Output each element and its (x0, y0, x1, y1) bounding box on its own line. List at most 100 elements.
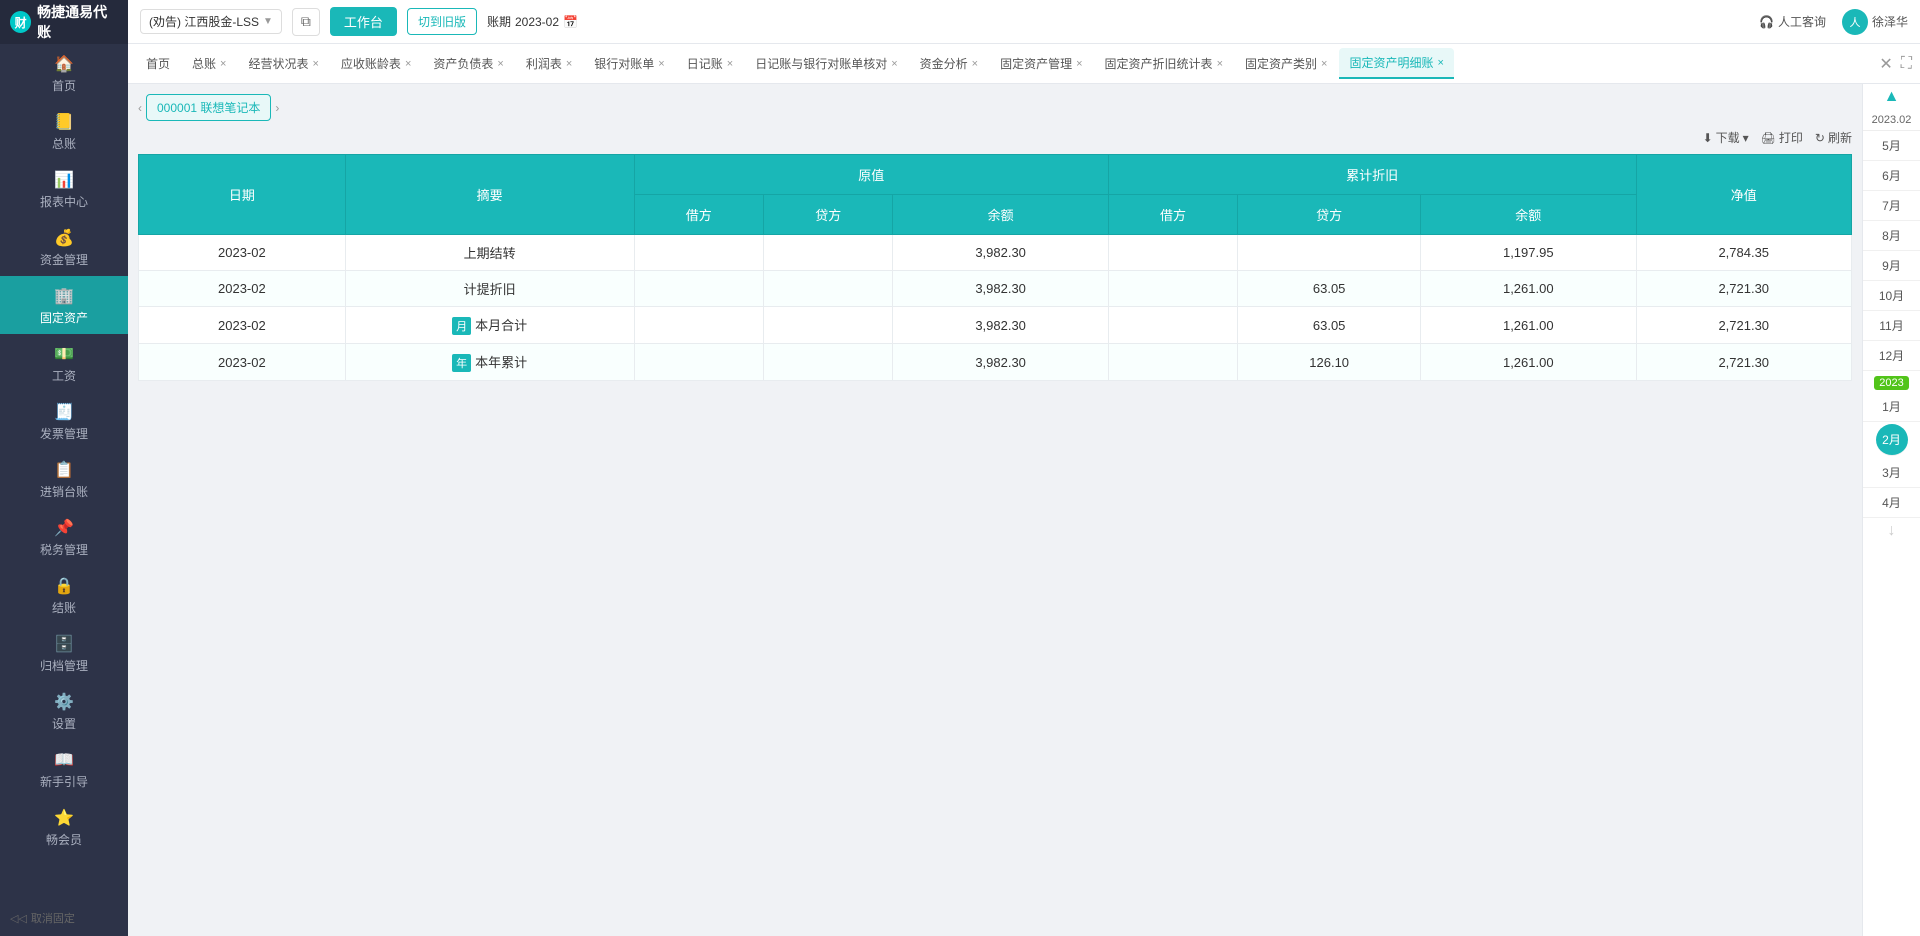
settings-icon: ⚙️ (54, 692, 74, 712)
period-scroll-down[interactable]: ↓ (1863, 518, 1920, 544)
sidebar-item-tax[interactable]: 📌 税务管理 (0, 508, 128, 566)
sidebar-label-fixed: 固定资产 (40, 309, 88, 326)
tab-profit-close[interactable]: × (566, 58, 572, 70)
sidebar-label-archive: 归档管理 (40, 657, 88, 674)
tab-journal[interactable]: 日记账 × (677, 49, 743, 78)
period-10[interactable]: 10月 (1863, 281, 1920, 311)
cell-orig-debit (634, 235, 763, 271)
tab-fixed-detail[interactable]: 固定资产明细账 × (1339, 48, 1453, 79)
switch-version-button[interactable]: 切到旧版 (407, 8, 477, 35)
capital-icon: 💰 (54, 228, 74, 248)
th-original-value: 原值 (634, 155, 1108, 195)
guide-icon: 📖 (54, 750, 74, 770)
cell-note: 月本月合计 (345, 307, 634, 344)
period-label: 账期 2023-02 📅 (487, 13, 578, 30)
copy-button[interactable]: ⧉ (292, 8, 320, 36)
cell-orig-debit (634, 307, 763, 344)
sidebar-item-archive[interactable]: 🗄️ 归档管理 (0, 624, 128, 682)
cell-note: 年本年累计 (345, 344, 634, 381)
sidebar-item-home[interactable]: 🏠 首页 (0, 44, 128, 102)
tab-status-close[interactable]: × (312, 58, 318, 70)
tab-fixed-mgmt[interactable]: 固定资产管理 × (990, 49, 1092, 78)
company-selector[interactable]: (劝告) 江西股金-LSS ▼ (140, 9, 282, 34)
maximize-icon[interactable]: ⛶ (1901, 55, 1912, 73)
tab-home[interactable]: 首页 (136, 49, 180, 78)
cell-accum-balance: 1,261.00 (1421, 344, 1636, 381)
sidebar-item-fixed[interactable]: 🏢 固定资产 (0, 276, 128, 334)
sidebar-item-purchases[interactable]: 📋 进销台账 (0, 450, 128, 508)
tab-status-label: 经营状况表 (248, 55, 308, 72)
sidebar-item-reports[interactable]: 📊 报表中心 (0, 160, 128, 218)
breadcrumb-prev-arrow[interactable]: ‹ (138, 101, 142, 115)
th-accum-credit: 贷方 (1238, 195, 1421, 235)
download-arrow: ▾ (1743, 131, 1749, 145)
cell-net-value: 2,721.30 (1636, 271, 1852, 307)
download-icon: ⬇ (1703, 131, 1713, 145)
tab-bank-close[interactable]: × (658, 58, 664, 70)
tab-ledger-close[interactable]: × (220, 58, 226, 70)
tab-fixed-depr-close[interactable]: × (1217, 58, 1223, 70)
sidebar-label-guide: 新手引导 (40, 773, 88, 790)
sidebar-item-invoice[interactable]: 🧾 发票管理 (0, 392, 128, 450)
cell-date: 2023-02 (139, 271, 346, 307)
sidebar-item-member[interactable]: ⭐ 畅会员 (0, 798, 128, 856)
period-prefix: 账期 (487, 13, 511, 30)
service-label: 人工客询 (1778, 13, 1826, 30)
calendar-icon[interactable]: 📅 (563, 15, 578, 29)
close-all-icon[interactable]: ✕ (1879, 54, 1892, 74)
refresh-button[interactable]: ↻ 刷新 (1815, 129, 1852, 146)
tab-receivable[interactable]: 应收账龄表 × (331, 49, 421, 78)
download-button[interactable]: ⬇ 下载 ▾ (1703, 129, 1749, 146)
sidebar-label-invoice: 发票管理 (40, 425, 88, 442)
period-11[interactable]: 11月 (1863, 311, 1920, 341)
tab-fund-analysis[interactable]: 资金分析 × (910, 49, 988, 78)
period-8[interactable]: 8月 (1863, 221, 1920, 251)
period-1[interactable]: 1月 (1863, 392, 1920, 422)
tab-journal-bank[interactable]: 日记账与银行对账单核对 × (745, 49, 907, 78)
sidebar-item-ledger[interactable]: 📒 总账 (0, 102, 128, 160)
tab-fixed-depr[interactable]: 固定资产折旧统计表 × (1095, 49, 1233, 78)
tab-ledger[interactable]: 总账 × (182, 49, 236, 78)
breadcrumb-next-arrow[interactable]: › (275, 101, 279, 115)
period-top-label: 2023.02 (1863, 110, 1920, 131)
period-5[interactable]: 5月 (1863, 131, 1920, 161)
sidebar-item-salary[interactable]: 💵 工资 (0, 334, 128, 392)
cell-orig-credit (764, 307, 893, 344)
th-date: 日期 (139, 155, 346, 235)
tab-fund-analysis-close[interactable]: × (972, 58, 978, 70)
tab-assets-close[interactable]: × (497, 58, 503, 70)
unpin-button[interactable]: ◁◁ 取消固定 (0, 900, 128, 936)
workbench-button[interactable]: 工作台 (330, 7, 397, 36)
tab-bank[interactable]: 银行对账单 × (584, 49, 674, 78)
tab-fixed-mgmt-close[interactable]: × (1076, 58, 1082, 70)
period-3[interactable]: 3月 (1863, 458, 1920, 488)
sidebar-item-capital[interactable]: 💰 资金管理 (0, 218, 128, 276)
user-menu[interactable]: 人 徐泽华 (1842, 9, 1908, 35)
period-2-active[interactable]: 2月 (1876, 424, 1908, 456)
tab-journal-bank-close[interactable]: × (891, 58, 897, 70)
cell-accum-credit: 126.10 (1238, 344, 1421, 381)
tab-fixed-detail-close[interactable]: × (1437, 57, 1443, 69)
tab-fixed-cat-close[interactable]: × (1321, 58, 1327, 70)
service-button[interactable]: 🎧 人工客询 (1759, 13, 1826, 30)
main-area: (劝告) 江西股金-LSS ▼ ⧉ 工作台 切到旧版 账期 2023-02 📅 … (128, 0, 1920, 936)
sidebar-item-guide[interactable]: 📖 新手引导 (0, 740, 128, 798)
tab-receivable-close[interactable]: × (405, 58, 411, 70)
tab-profit[interactable]: 利润表 × (516, 49, 582, 78)
tab-assets[interactable]: 资产负债表 × (423, 49, 513, 78)
period-12[interactable]: 12月 (1863, 341, 1920, 371)
sidebar-item-settings[interactable]: ⚙️ 设置 (0, 682, 128, 740)
tab-fixed-cat[interactable]: 固定资产类别 × (1235, 49, 1337, 78)
breadcrumb-item-asset[interactable]: 000001 联想笔记本 (146, 94, 271, 121)
period-scroll-up[interactable]: ▲ (1863, 84, 1920, 110)
period-9[interactable]: 9月 (1863, 251, 1920, 281)
cell-accum-credit: 63.05 (1238, 307, 1421, 344)
print-button[interactable]: 🖨 打印 (1761, 129, 1803, 146)
sidebar-item-close[interactable]: 🔒 结账 (0, 566, 128, 624)
period-6[interactable]: 6月 (1863, 161, 1920, 191)
period-4[interactable]: 4月 (1863, 488, 1920, 518)
tab-status[interactable]: 经营状况表 × (238, 49, 328, 78)
period-7[interactable]: 7月 (1863, 191, 1920, 221)
cell-accum-credit: 63.05 (1238, 271, 1421, 307)
tab-journal-close[interactable]: × (727, 58, 733, 70)
